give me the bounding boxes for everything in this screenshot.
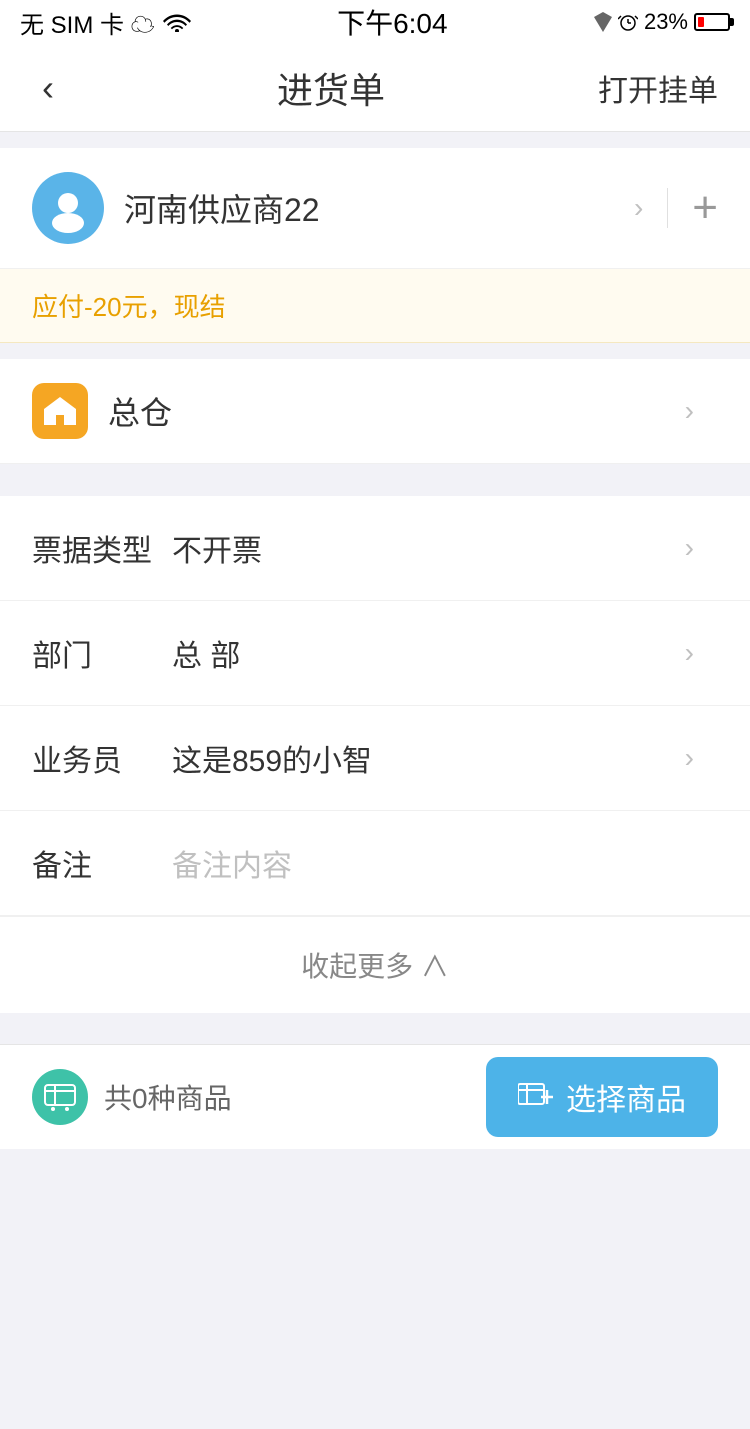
department-row[interactable]: 部门 总 部 › (0, 601, 750, 706)
warehouse-row[interactable]: 总仓 › (0, 359, 750, 464)
warehouse-chevron-icon: › (685, 395, 694, 427)
collapse-label: 收起更多 ∧ (301, 951, 449, 982)
salesperson-row[interactable]: 业务员 这是859的小智 › (0, 706, 750, 811)
select-product-label: 选择商品 (566, 1075, 686, 1119)
status-bar: 无 SIM 卡 ☁ 下午6:04 23% (0, 0, 750, 44)
nav-bar: ‹ 进货单 打开挂单 (0, 44, 750, 132)
top-divider (0, 132, 750, 148)
alarm-icon (618, 12, 638, 32)
product-count-icon (32, 1069, 88, 1125)
warehouse-section: 总仓 › (0, 359, 750, 464)
add-button[interactable]: + (692, 186, 718, 230)
wifi-icon (163, 12, 191, 32)
supplier-section: 河南供应商22 › + 应付-20元，现结 (0, 148, 750, 343)
divider3 (0, 1013, 750, 1029)
status-time: 下午6:04 (337, 2, 448, 42)
cart-icon (43, 1083, 77, 1111)
nav-title: 进货单 (277, 62, 385, 114)
battery-icon (694, 13, 730, 31)
select-product-button[interactable]: 选择商品 (486, 1057, 718, 1137)
supplier-avatar (32, 172, 104, 244)
department-label: 部门 (32, 631, 172, 675)
product-count-section: 共0种商品 (32, 1069, 232, 1125)
form-section: 票据类型 不开票 › 部门 总 部 › 业务员 这是859的小智 › 备注 备注… (0, 496, 750, 1013)
avatar-icon (43, 183, 93, 233)
location-icon (594, 12, 612, 32)
invoice-row[interactable]: 票据类型 不开票 › (0, 496, 750, 601)
salesperson-value: 这是859的小智 (172, 736, 685, 780)
back-button[interactable]: ‹ (32, 57, 64, 119)
remark-row[interactable]: 备注 备注内容 (0, 811, 750, 916)
main-background (0, 1149, 750, 1429)
supplier-row[interactable]: 河南供应商22 › + (0, 148, 750, 269)
remark-input[interactable]: 备注内容 (172, 841, 718, 885)
open-pending-button[interactable]: 打开挂单 (598, 66, 718, 110)
supplier-divider (667, 188, 668, 228)
invoice-value: 不开票 (172, 526, 685, 570)
salesperson-label: 业务员 (32, 736, 172, 780)
divider1 (0, 343, 750, 359)
divider2 (0, 464, 750, 480)
warehouse-icon (32, 383, 88, 439)
invoice-chevron-icon: › (685, 532, 694, 564)
bottom-bar: 共0种商品 选择商品 (0, 1045, 750, 1149)
department-value: 总 部 (172, 631, 685, 675)
battery-percent: 23% (644, 9, 688, 35)
status-right: 23% (594, 9, 730, 35)
supplier-name: 河南供应商22 (124, 185, 634, 231)
warehouse-name: 总仓 (108, 388, 685, 434)
collapse-button[interactable]: 收起更多 ∧ (0, 916, 750, 1013)
invoice-label: 票据类型 (32, 526, 172, 570)
department-chevron-icon: › (685, 637, 694, 669)
notice-text: 应付-20元，现结 (32, 292, 226, 322)
remark-label: 备注 (32, 841, 172, 885)
select-product-icon (518, 1082, 554, 1112)
status-left: 无 SIM 卡 ☁ (20, 5, 191, 40)
sim-text: 无 SIM 卡 ☁ (20, 5, 155, 40)
supplier-chevron-icon: › (634, 192, 643, 224)
salesperson-chevron-icon: › (685, 742, 694, 774)
product-count-text: 共0种商品 (104, 1077, 232, 1117)
house-icon (42, 395, 78, 427)
notice-bar: 应付-20元，现结 (0, 269, 750, 343)
